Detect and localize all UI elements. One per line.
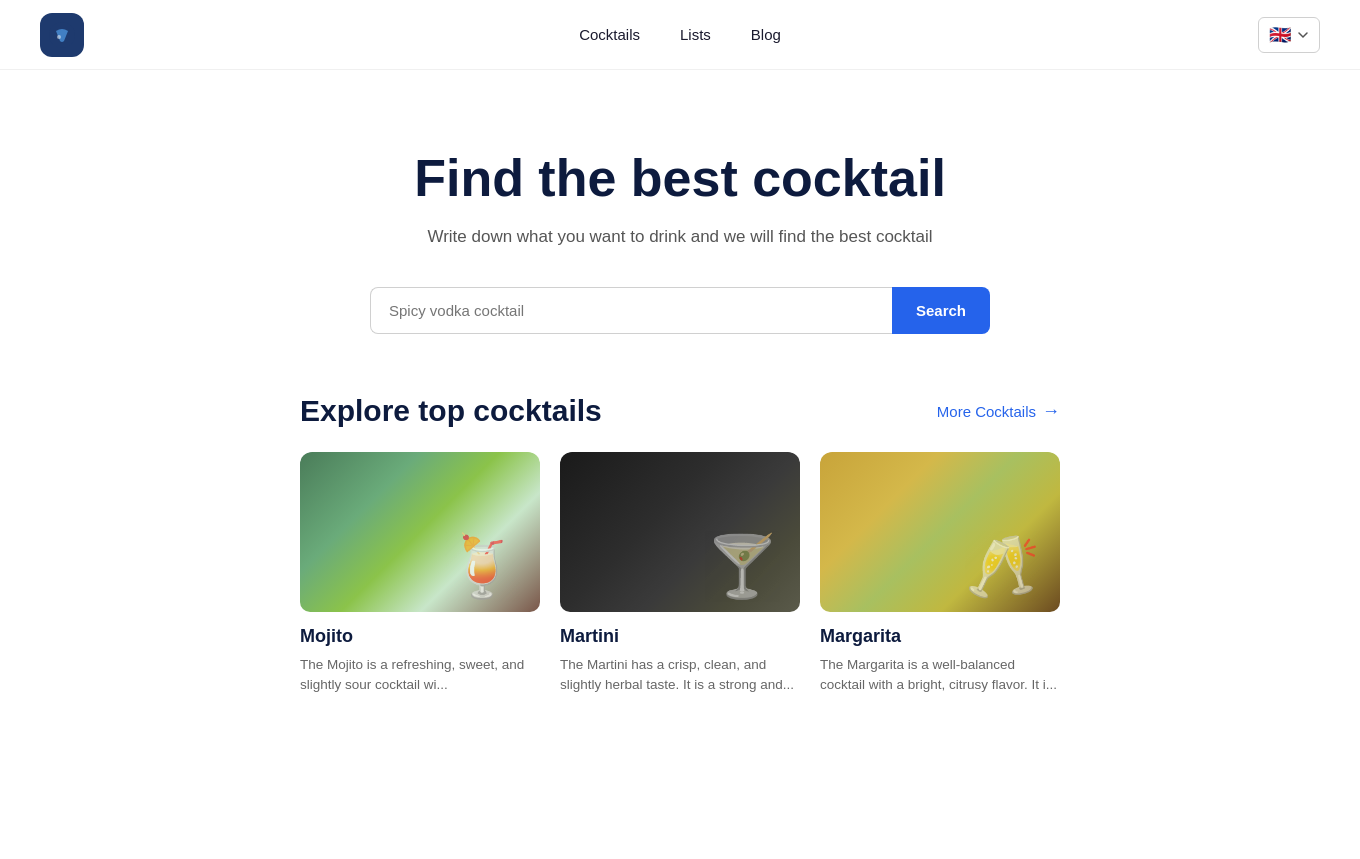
navbar: Cocktails Lists Blog 🇬🇧 (0, 0, 1360, 70)
explore-title: Explore top cocktails (300, 394, 602, 428)
card-desc-martini: The Martini has a crisp, clean, and slig… (560, 655, 800, 696)
nav-links: Cocktails Lists Blog (579, 26, 781, 43)
card-image-margarita (820, 452, 1060, 612)
card-title-mojito: Mojito (300, 626, 540, 647)
cocktail-card-margarita[interactable]: Margarita The Margarita is a well-balanc… (820, 452, 1060, 696)
card-content-martini: Martini The Martini has a crisp, clean, … (560, 612, 800, 696)
card-desc-margarita: The Margarita is a well-balanced cocktai… (820, 655, 1060, 696)
hero-section: Find the best cocktail Write down what y… (0, 70, 1360, 394)
explore-section: Explore top cocktails More Cocktails → M… (280, 394, 1080, 756)
app-logo[interactable] (40, 13, 84, 57)
more-cocktails-link[interactable]: More Cocktails → (937, 401, 1060, 422)
nav-lists[interactable]: Lists (680, 26, 711, 43)
nav-cocktails[interactable]: Cocktails (579, 26, 640, 43)
explore-header: Explore top cocktails More Cocktails → (300, 394, 1060, 428)
card-content-mojito: Mojito The Mojito is a refreshing, sweet… (300, 612, 540, 696)
arrow-icon: → (1042, 401, 1060, 422)
flag-icon: 🇬🇧 (1269, 24, 1291, 46)
card-image-martini (560, 452, 800, 612)
cocktail-card-mojito[interactable]: Mojito The Mojito is a refreshing, sweet… (300, 452, 540, 696)
hero-title: Find the best cocktail (414, 150, 946, 207)
language-selector[interactable]: 🇬🇧 (1258, 17, 1320, 53)
cocktail-cards-grid: Mojito The Mojito is a refreshing, sweet… (300, 452, 1060, 696)
nav-blog[interactable]: Blog (751, 26, 781, 43)
more-cocktails-label: More Cocktails (937, 403, 1036, 420)
card-content-margarita: Margarita The Margarita is a well-balanc… (820, 612, 1060, 696)
hero-subtitle: Write down what you want to drink and we… (427, 227, 932, 247)
cocktail-card-martini[interactable]: Martini The Martini has a crisp, clean, … (560, 452, 800, 696)
card-title-margarita: Margarita (820, 626, 1060, 647)
svg-point-1 (57, 35, 61, 39)
search-bar: Search (370, 287, 990, 334)
chevron-down-icon (1297, 29, 1309, 41)
search-button[interactable]: Search (892, 287, 990, 334)
card-title-martini: Martini (560, 626, 800, 647)
card-desc-mojito: The Mojito is a refreshing, sweet, and s… (300, 655, 540, 696)
search-input[interactable] (370, 287, 892, 334)
card-image-mojito (300, 452, 540, 612)
